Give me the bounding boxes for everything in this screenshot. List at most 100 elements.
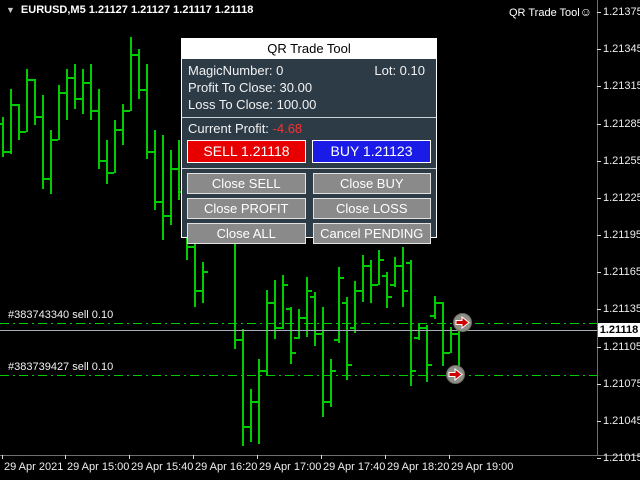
ohlc-bar	[386, 272, 388, 309]
price-axis-label: 1.21225	[603, 191, 640, 204]
ohlc-bar	[10, 88, 12, 155]
close-loss-button[interactable]: Close LOSS	[312, 198, 431, 219]
close-tick	[388, 295, 392, 298]
close-tick	[292, 351, 296, 354]
ohlc-bar	[154, 129, 156, 211]
open-tick	[86, 81, 90, 84]
buy-button[interactable]: BUY 1.21123	[312, 140, 431, 163]
open-tick	[446, 351, 450, 354]
open-tick	[382, 274, 386, 277]
open-tick	[318, 333, 322, 336]
ohlc-bar	[330, 358, 332, 408]
sell-arrow-marker[interactable]	[445, 365, 465, 385]
open-tick	[302, 317, 306, 319]
current-profit-value: -4.68	[272, 121, 303, 136]
open-tick	[102, 159, 106, 162]
sell-order-line[interactable]	[0, 322, 597, 324]
sell-order-label: #383739427 sell 0.10	[8, 360, 114, 373]
price-axis-line	[597, 0, 598, 455]
ohlc-bar	[298, 309, 300, 340]
open-tick	[286, 308, 290, 311]
open-tick	[422, 326, 426, 329]
open-tick	[30, 79, 34, 82]
open-tick	[270, 302, 274, 305]
smiley-icon: ☺	[579, 5, 592, 19]
open-tick	[150, 150, 154, 153]
close-tick	[284, 283, 288, 286]
open-tick	[238, 339, 242, 342]
sell-arrow-icon	[455, 316, 470, 330]
ohlc-bar	[106, 139, 108, 185]
open-tick	[358, 289, 362, 292]
close-tick	[332, 370, 336, 373]
open-tick	[158, 200, 162, 203]
ohlc-bar	[354, 280, 356, 333]
open-tick	[198, 289, 202, 292]
sell-arrow-marker[interactable]	[452, 313, 472, 333]
ohlc-bar	[202, 262, 204, 304]
panel-title[interactable]: QR Trade Tool	[182, 39, 436, 59]
open-tick	[62, 91, 66, 94]
time-tick	[321, 455, 322, 459]
open-tick	[46, 178, 50, 181]
open-tick	[374, 283, 378, 286]
close-tick	[204, 271, 208, 274]
close-sell-button[interactable]: Close SELL	[187, 173, 306, 194]
open-tick	[14, 103, 18, 106]
open-tick	[70, 76, 74, 79]
ohlc-bar	[74, 64, 76, 109]
ohlc-bar	[130, 36, 132, 112]
ohlc-bar	[138, 49, 140, 99]
price-axis-label: 1.21105	[603, 340, 640, 353]
open-tick	[22, 131, 26, 134]
ohlc-bar	[378, 249, 380, 285]
trade-tool-panel: QR Trade Tool MagicNumber: 0 Lot: 0.10 P…	[181, 38, 437, 244]
chevron-down-icon[interactable]: ▼	[6, 5, 15, 15]
ohlc-bar	[346, 296, 348, 380]
open-tick	[390, 283, 394, 286]
current-profit-row: Current Profit: -4.68	[182, 118, 436, 138]
price-tick	[597, 49, 601, 51]
close-tick	[308, 289, 312, 292]
open-tick	[406, 262, 410, 265]
open-tick	[134, 54, 138, 57]
close-tick	[380, 258, 384, 261]
sell-button[interactable]: SELL 1.21118	[187, 140, 306, 163]
open-tick	[366, 264, 370, 267]
time-axis-label: 29 Apr 17:40	[323, 461, 386, 473]
ohlc-bar	[362, 254, 364, 302]
close-buy-button[interactable]: Close BUY	[312, 173, 431, 194]
close-tick	[348, 364, 352, 367]
price-tick	[597, 272, 601, 274]
sell-order-line[interactable]	[0, 374, 597, 376]
time-tick	[449, 455, 450, 459]
open-tick	[166, 215, 170, 218]
cancel-pending-button[interactable]: Cancel PENDING	[312, 223, 431, 244]
open-tick	[414, 336, 418, 339]
panel-info-section: MagicNumber: 0 Lot: 0.10 Profit To Close…	[182, 59, 436, 117]
close-profit-button[interactable]: Close PROFIT	[187, 198, 306, 219]
price-tick	[597, 309, 601, 311]
open-tick	[94, 110, 98, 113]
time-tick	[385, 455, 386, 459]
open-tick	[142, 89, 146, 92]
close-tick	[404, 289, 408, 292]
open-tick	[254, 401, 258, 404]
price-axis-label: 1.21135	[603, 303, 640, 316]
ohlc-bar	[250, 388, 252, 442]
price-tick	[597, 420, 601, 422]
time-tick	[193, 455, 194, 459]
close-buttons-section: Close SELL Close BUY Close PROFIT Close …	[182, 168, 436, 248]
price-tick	[597, 197, 601, 199]
close-all-button[interactable]: Close ALL	[187, 223, 306, 244]
open-tick	[78, 97, 82, 100]
ohlc-bar	[146, 64, 148, 160]
ohlc-bar	[314, 291, 316, 347]
open-tick	[246, 426, 250, 429]
ohlc-bar	[426, 325, 428, 383]
price-tick	[597, 123, 601, 125]
open-tick	[294, 336, 298, 339]
price-axis-label: 1.21015	[603, 452, 640, 464]
open-tick	[310, 295, 314, 298]
time-axis-label: 29 Apr 16:20	[195, 461, 258, 473]
